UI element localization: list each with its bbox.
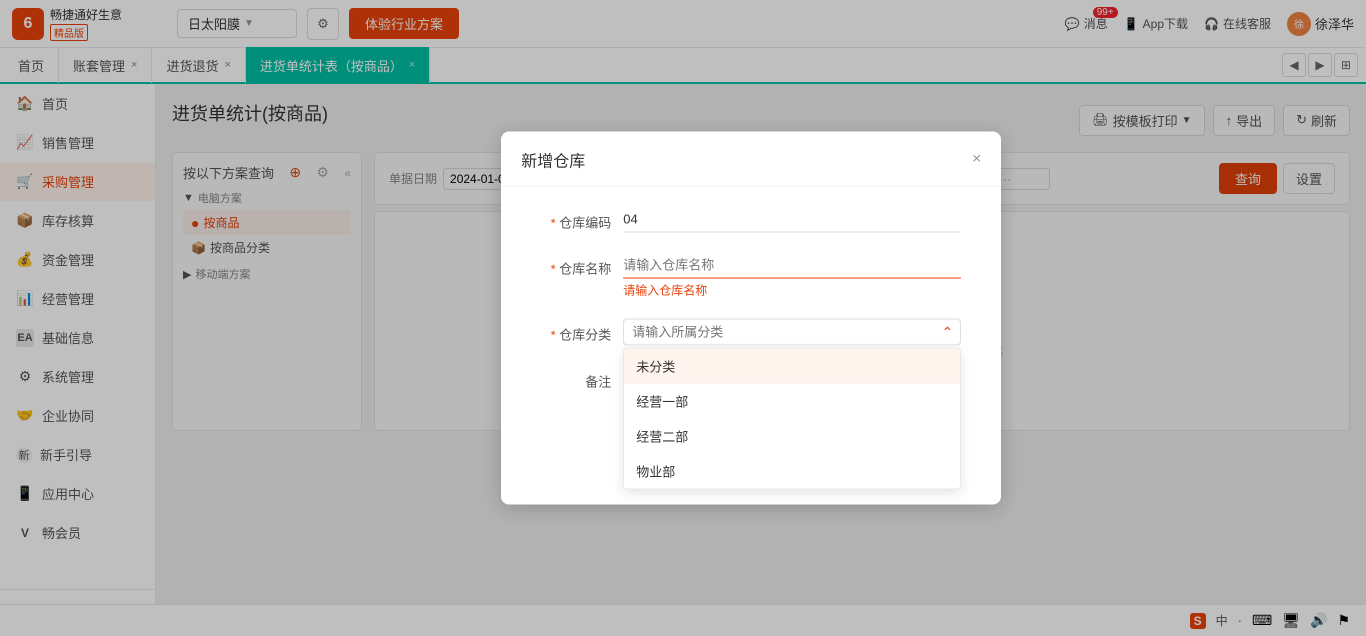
name-label: 仓库名称 [541, 253, 611, 278]
name-input[interactable] [623, 253, 961, 279]
name-input-wrap: 请输入仓库名称 [623, 253, 961, 299]
category-input-wrap: ⌃ 未分类 经营一部 经营二部 物业部 [623, 319, 961, 346]
category-input[interactable] [623, 319, 961, 346]
add-warehouse-modal: 新增仓库 × 仓库编码 仓库名称 请输入仓库名称 仓库分类 ⌃ [501, 132, 1001, 505]
name-error-msg: 请输入仓库名称 [623, 282, 961, 299]
dropdown-item-dept1[interactable]: 经营一部 [624, 384, 960, 419]
dropdown-item-property[interactable]: 物业部 [624, 454, 960, 489]
modal-title: 新增仓库 [521, 148, 585, 172]
modal-body: 仓库编码 仓库名称 请输入仓库名称 仓库分类 ⌃ 未分类 [501, 187, 1001, 449]
dropdown-item-dept2[interactable]: 经营二部 [624, 419, 960, 454]
modal-close-button[interactable]: × [972, 151, 981, 169]
code-row: 仓库编码 [541, 207, 961, 233]
category-row: 仓库分类 ⌃ 未分类 经营一部 经营二部 物业部 [541, 319, 961, 346]
name-row: 仓库名称 请输入仓库名称 [541, 253, 961, 299]
code-input[interactable] [623, 207, 961, 233]
category-arrow-icon[interactable]: ⌃ [942, 324, 954, 341]
modal-header: 新增仓库 × [501, 132, 1001, 187]
code-input-wrap [623, 207, 961, 233]
dropdown-item-unclassified[interactable]: 未分类 [624, 349, 960, 384]
code-label: 仓库编码 [541, 207, 611, 232]
category-label: 仓库分类 [541, 319, 611, 344]
category-dropdown: 未分类 经营一部 经营二部 物业部 [623, 348, 961, 490]
note-label: 备注 [541, 366, 611, 391]
